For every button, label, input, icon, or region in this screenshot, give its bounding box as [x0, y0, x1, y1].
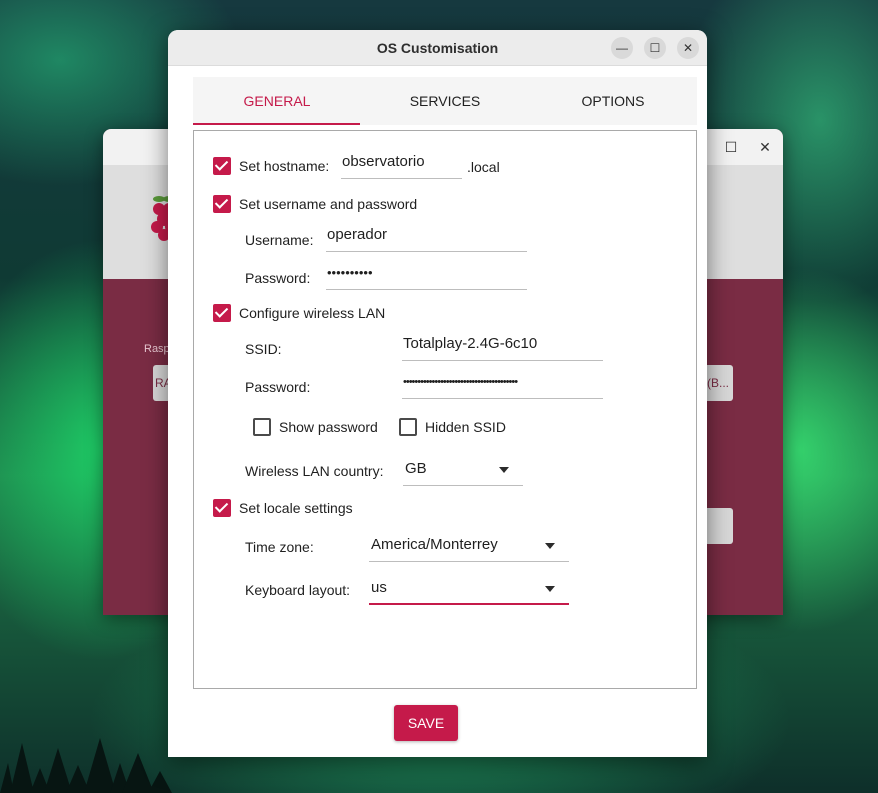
- chevron-down-icon: [545, 586, 555, 592]
- hidden-ssid-checkbox[interactable]: [399, 418, 417, 436]
- minimize-icon[interactable]: —: [611, 37, 633, 59]
- set-hostname-label: Set hostname:: [239, 158, 330, 174]
- set-locale-checkbox[interactable]: [213, 499, 231, 517]
- show-password-label: Show password: [279, 419, 378, 435]
- background-close-icon[interactable]: ✕: [755, 137, 775, 157]
- user-password-label: Password:: [245, 270, 311, 286]
- set-hostname-checkbox[interactable]: [213, 157, 231, 175]
- background-next-button[interactable]: [703, 508, 733, 544]
- set-username-checkbox[interactable]: [213, 195, 231, 213]
- wifi-country-select[interactable]: GB: [403, 456, 523, 486]
- timezone-label: Time zone:: [245, 539, 314, 555]
- timezone-select[interactable]: America/Monterrey: [369, 532, 569, 562]
- chevron-down-icon: [545, 543, 555, 549]
- os-customisation-dialog: OS Customisation — ☐ ✕ GENERAL SERVICES …: [168, 30, 707, 757]
- wifi-password-input[interactable]: ••••••••••••••••••••••••••••••••••••••••: [402, 369, 603, 399]
- configure-wifi-checkbox[interactable]: [213, 304, 231, 322]
- hostname-suffix: .local: [467, 159, 500, 175]
- active-tab-indicator: [193, 123, 360, 125]
- close-icon[interactable]: ✕: [677, 37, 699, 59]
- maximize-icon[interactable]: ☐: [644, 37, 666, 59]
- timezone-value: America/Monterrey: [371, 536, 498, 553]
- tab-options[interactable]: OPTIONS: [529, 77, 697, 125]
- username-label: Username:: [245, 232, 314, 248]
- dialog-titlebar[interactable]: OS Customisation — ☐ ✕: [168, 30, 707, 66]
- hostname-input[interactable]: observatorio: [341, 149, 462, 179]
- set-locale-label: Set locale settings: [239, 500, 353, 516]
- user-password-input[interactable]: ••••••••••: [326, 260, 527, 290]
- username-input[interactable]: operador: [326, 222, 527, 252]
- keyboard-layout-label: Keyboard layout:: [245, 582, 351, 598]
- keyboard-layout-select[interactable]: us: [369, 575, 569, 605]
- wifi-country-label: Wireless LAN country:: [245, 463, 384, 479]
- general-settings-panel: Set hostname: observatorio .local Set us…: [193, 130, 697, 689]
- background-device-label: Rasp: [144, 343, 170, 355]
- set-username-label: Set username and password: [239, 196, 418, 212]
- hidden-ssid-label: Hidden SSID: [425, 419, 506, 435]
- keyboard-layout-value: us: [371, 579, 387, 596]
- wifi-country-value: GB: [405, 460, 427, 477]
- ssid-input[interactable]: Totalplay-2.4G-6c10: [402, 331, 603, 361]
- chevron-down-icon: [499, 467, 509, 473]
- tab-bar: GENERAL SERVICES OPTIONS: [193, 77, 697, 125]
- tab-services[interactable]: SERVICES: [361, 77, 529, 125]
- wifi-password-label: Password:: [245, 379, 311, 395]
- show-password-checkbox[interactable]: [253, 418, 271, 436]
- background-maximize-icon[interactable]: ☐: [721, 137, 741, 157]
- configure-wifi-label: Configure wireless LAN: [239, 305, 386, 321]
- tab-general[interactable]: GENERAL: [193, 77, 361, 125]
- ssid-label: SSID:: [245, 341, 282, 357]
- save-button[interactable]: SAVE: [394, 705, 458, 741]
- background-storage-button[interactable]: (B...: [703, 365, 733, 401]
